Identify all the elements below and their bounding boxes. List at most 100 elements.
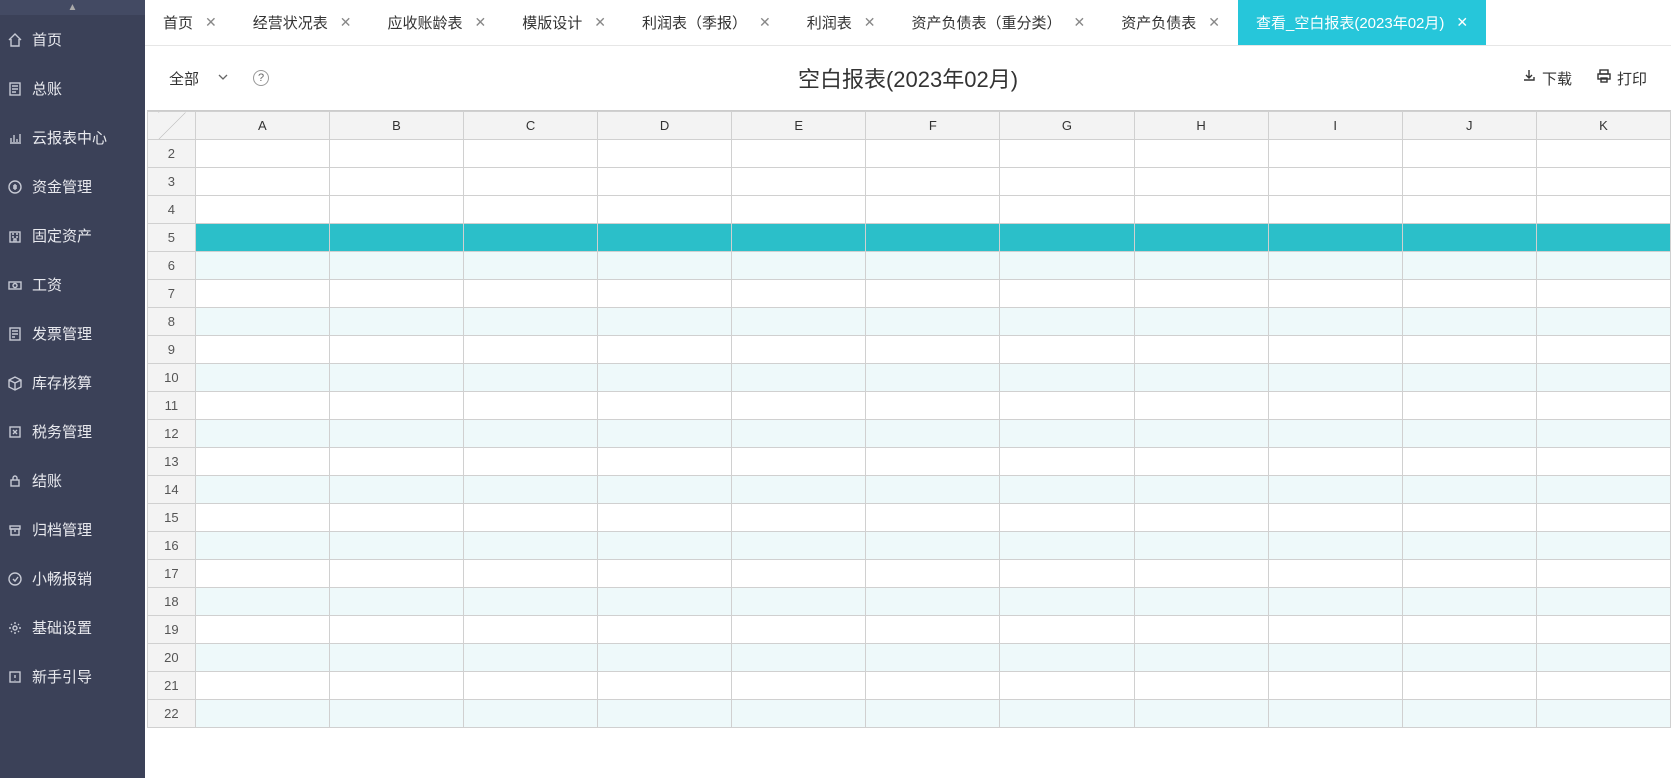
row-header-15[interactable]: 15 xyxy=(148,504,196,532)
cell-J19[interactable] xyxy=(1402,616,1536,644)
cell-I17[interactable] xyxy=(1268,560,1402,588)
cell-G14[interactable] xyxy=(1000,476,1134,504)
cell-J10[interactable] xyxy=(1402,364,1536,392)
col-header-F[interactable]: F xyxy=(866,112,1000,140)
cell-D8[interactable] xyxy=(598,308,732,336)
cell-F2[interactable] xyxy=(866,140,1000,168)
cell-I16[interactable] xyxy=(1268,532,1402,560)
cell-B4[interactable] xyxy=(329,196,463,224)
row-header-4[interactable]: 4 xyxy=(148,196,196,224)
cell-G21[interactable] xyxy=(1000,672,1134,700)
cell-E14[interactable] xyxy=(732,476,866,504)
cell-I13[interactable] xyxy=(1268,448,1402,476)
close-icon[interactable]: ✕ xyxy=(860,14,880,31)
cell-G4[interactable] xyxy=(1000,196,1134,224)
cell-I2[interactable] xyxy=(1268,140,1402,168)
cell-H17[interactable] xyxy=(1134,560,1268,588)
cell-C2[interactable] xyxy=(463,140,597,168)
cell-H19[interactable] xyxy=(1134,616,1268,644)
cell-K11[interactable] xyxy=(1536,392,1670,420)
col-header-G[interactable]: G xyxy=(1000,112,1134,140)
cell-H2[interactable] xyxy=(1134,140,1268,168)
cell-A18[interactable] xyxy=(195,588,329,616)
cell-H8[interactable] xyxy=(1134,308,1268,336)
sidebar-item-4[interactable]: 固定资产 xyxy=(0,211,145,260)
cell-K12[interactable] xyxy=(1536,420,1670,448)
cell-A14[interactable] xyxy=(195,476,329,504)
cell-I10[interactable] xyxy=(1268,364,1402,392)
cell-B9[interactable] xyxy=(329,336,463,364)
tab-8[interactable]: 查看_空白报表(2023年02月)✕ xyxy=(1238,0,1486,45)
cell-B17[interactable] xyxy=(329,560,463,588)
filter-select[interactable]: 全部 ? xyxy=(169,68,269,89)
cell-B10[interactable] xyxy=(329,364,463,392)
cell-J18[interactable] xyxy=(1402,588,1536,616)
cell-E10[interactable] xyxy=(732,364,866,392)
cell-K16[interactable] xyxy=(1536,532,1670,560)
cell-H15[interactable] xyxy=(1134,504,1268,532)
cell-F20[interactable] xyxy=(866,644,1000,672)
cell-K13[interactable] xyxy=(1536,448,1670,476)
cell-C16[interactable] xyxy=(463,532,597,560)
cell-K18[interactable] xyxy=(1536,588,1670,616)
cell-A4[interactable] xyxy=(195,196,329,224)
col-header-C[interactable]: C xyxy=(463,112,597,140)
col-header-D[interactable]: D xyxy=(598,112,732,140)
row-header-19[interactable]: 19 xyxy=(148,616,196,644)
cell-B11[interactable] xyxy=(329,392,463,420)
cell-A20[interactable] xyxy=(195,644,329,672)
cell-E8[interactable] xyxy=(732,308,866,336)
tab-2[interactable]: 应收账龄表✕ xyxy=(370,0,505,45)
cell-C12[interactable] xyxy=(463,420,597,448)
close-icon[interactable]: ✕ xyxy=(471,14,491,31)
cell-B18[interactable] xyxy=(329,588,463,616)
cell-K4[interactable] xyxy=(1536,196,1670,224)
cell-G7[interactable] xyxy=(1000,280,1134,308)
cell-K15[interactable] xyxy=(1536,504,1670,532)
cell-G9[interactable] xyxy=(1000,336,1134,364)
cell-E4[interactable] xyxy=(732,196,866,224)
cell-K22[interactable] xyxy=(1536,700,1670,728)
sidebar-item-3[interactable]: 资金管理 xyxy=(0,162,145,211)
cell-J4[interactable] xyxy=(1402,196,1536,224)
cell-G22[interactable] xyxy=(1000,700,1134,728)
sidebar-item-0[interactable]: 首页 xyxy=(0,15,145,64)
cell-G10[interactable] xyxy=(1000,364,1134,392)
cell-E12[interactable] xyxy=(732,420,866,448)
tab-5[interactable]: 利润表✕ xyxy=(789,0,894,45)
cell-I18[interactable] xyxy=(1268,588,1402,616)
cell-C4[interactable] xyxy=(463,196,597,224)
cell-A15[interactable] xyxy=(195,504,329,532)
sidebar-item-13[interactable]: 新手引导 xyxy=(0,652,145,701)
cell-I6[interactable] xyxy=(1268,252,1402,280)
cell-E5[interactable] xyxy=(732,224,866,252)
tab-7[interactable]: 资产负债表✕ xyxy=(1103,0,1238,45)
cell-I21[interactable] xyxy=(1268,672,1402,700)
cell-D2[interactable] xyxy=(598,140,732,168)
cell-C11[interactable] xyxy=(463,392,597,420)
row-header-10[interactable]: 10 xyxy=(148,364,196,392)
cell-J9[interactable] xyxy=(1402,336,1536,364)
close-icon[interactable]: ✕ xyxy=(336,14,356,31)
row-header-3[interactable]: 3 xyxy=(148,168,196,196)
cell-C17[interactable] xyxy=(463,560,597,588)
cell-J7[interactable] xyxy=(1402,280,1536,308)
cell-C19[interactable] xyxy=(463,616,597,644)
cell-D11[interactable] xyxy=(598,392,732,420)
cell-B7[interactable] xyxy=(329,280,463,308)
cell-B22[interactable] xyxy=(329,700,463,728)
cell-F12[interactable] xyxy=(866,420,1000,448)
cell-J21[interactable] xyxy=(1402,672,1536,700)
cell-I9[interactable] xyxy=(1268,336,1402,364)
cell-E15[interactable] xyxy=(732,504,866,532)
cell-C5[interactable] xyxy=(463,224,597,252)
cell-I8[interactable] xyxy=(1268,308,1402,336)
col-header-H[interactable]: H xyxy=(1134,112,1268,140)
cell-C6[interactable] xyxy=(463,252,597,280)
row-header-11[interactable]: 11 xyxy=(148,392,196,420)
cell-E3[interactable] xyxy=(732,168,866,196)
row-header-9[interactable]: 9 xyxy=(148,336,196,364)
sidebar-item-10[interactable]: 归档管理 xyxy=(0,505,145,554)
cell-F15[interactable] xyxy=(866,504,1000,532)
cell-J12[interactable] xyxy=(1402,420,1536,448)
